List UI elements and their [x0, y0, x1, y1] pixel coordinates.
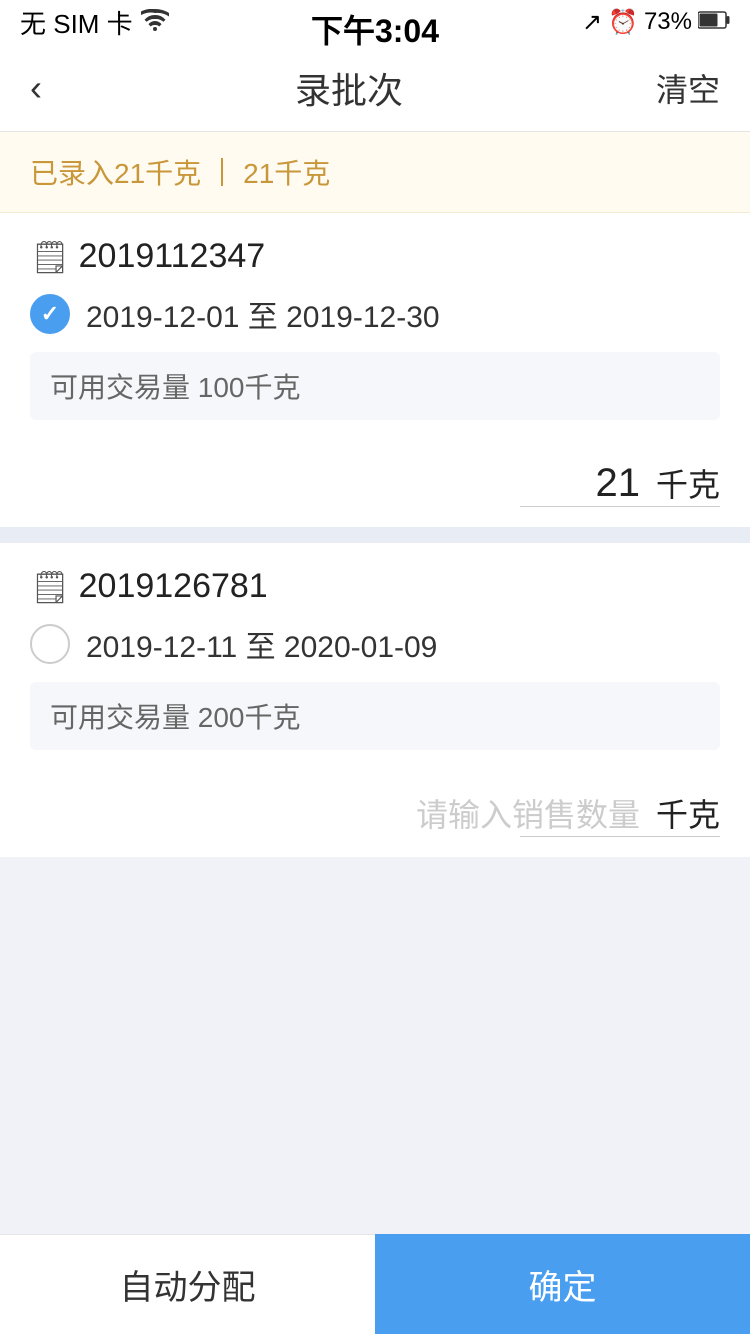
batch-2-unit: 千克 [656, 790, 720, 836]
batch-1-radio[interactable]: ✓ [30, 294, 70, 334]
batch-2-available: 可用交易量 200千克 [30, 682, 720, 750]
status-right: ↗ ⏰ 73% [582, 8, 730, 37]
status-bar: 无 SIM 卡 下午3:04 ↗ ⏰ 73% [0, 0, 750, 44]
batch-1-id-row: 🗒 2019112347 [30, 237, 720, 276]
confirm-button[interactable]: 确定 [375, 1234, 750, 1334]
alarm-icon: ⏰ [608, 8, 638, 37]
batch-2-id-text: 2019126781 [79, 567, 268, 606]
wifi-icon [141, 7, 169, 38]
status-left: 无 SIM 卡 [20, 4, 169, 41]
back-button[interactable]: ‹ [30, 67, 42, 109]
batch-2-radio[interactable] [30, 624, 70, 664]
clear-button[interactable]: 清空 [656, 65, 720, 111]
batch-1-unit: 千克 [656, 460, 720, 506]
batch-1-qty-value[interactable]: 21 [580, 461, 640, 506]
page-title: 录批次 [295, 62, 403, 114]
auto-distribute-button[interactable]: 自动分配 [0, 1234, 375, 1334]
batch-card-1-inner: 🗒 2019112347 ✓ 2019-12-01 至 2019-12-30 可… [0, 213, 750, 440]
batch-card-2-inner: 🗒 2019126781 2019-12-11 至 2020-01-09 可用交… [0, 543, 750, 770]
batch-2-id-row: 🗒 2019126781 [30, 567, 720, 606]
summary-banner: 已录入21千克 21千克 [0, 132, 750, 213]
battery-text: 73% [644, 8, 692, 36]
bottom-bar: 自动分配 确定 [0, 1234, 750, 1334]
batch-2-id-icon: 🗒 [30, 568, 71, 606]
battery-icon [698, 8, 730, 36]
batch-1-date: 2019-12-01 至 2019-12-30 [86, 292, 440, 336]
batch-1-underline [520, 506, 720, 507]
status-time: 下午3:04 [311, 6, 439, 52]
nav-bar: ‹ 录批次 清空 [0, 44, 750, 132]
batch-2-qty-row[interactable]: 请输入销售数量 千克 [0, 770, 750, 836]
batch-1-date-row[interactable]: ✓ 2019-12-01 至 2019-12-30 [30, 292, 720, 336]
location-icon: ↗ [582, 8, 602, 37]
batch-2-underline-row [0, 836, 750, 857]
batch-2-date: 2019-12-11 至 2020-01-09 [86, 622, 437, 666]
summary-label: 已录入21千克 [30, 152, 201, 192]
content-area: 🗒 2019112347 ✓ 2019-12-01 至 2019-12-30 可… [0, 213, 750, 957]
card-divider-1 [0, 527, 750, 543]
batch-1-underline-row [0, 506, 750, 527]
batch-card-1: 🗒 2019112347 ✓ 2019-12-01 至 2019-12-30 可… [0, 213, 750, 527]
carrier-text: 无 SIM 卡 [20, 4, 133, 41]
batch-1-qty-row: 21 千克 [0, 440, 750, 506]
batch-1-available: 可用交易量 100千克 [30, 352, 720, 420]
batch-card-2: 🗒 2019126781 2019-12-11 至 2020-01-09 可用交… [0, 543, 750, 857]
batch-2-date-row[interactable]: 2019-12-11 至 2020-01-09 [30, 622, 720, 666]
check-mark-icon: ✓ [41, 301, 59, 327]
summary-value: 21千克 [243, 152, 330, 192]
batch-1-id-icon: 🗒 [30, 238, 71, 276]
batch-2-qty-placeholder[interactable]: 请输入销售数量 [416, 790, 640, 836]
batch-1-id-text: 2019112347 [79, 237, 266, 276]
batch-2-underline [520, 836, 720, 837]
summary-divider [221, 158, 223, 186]
